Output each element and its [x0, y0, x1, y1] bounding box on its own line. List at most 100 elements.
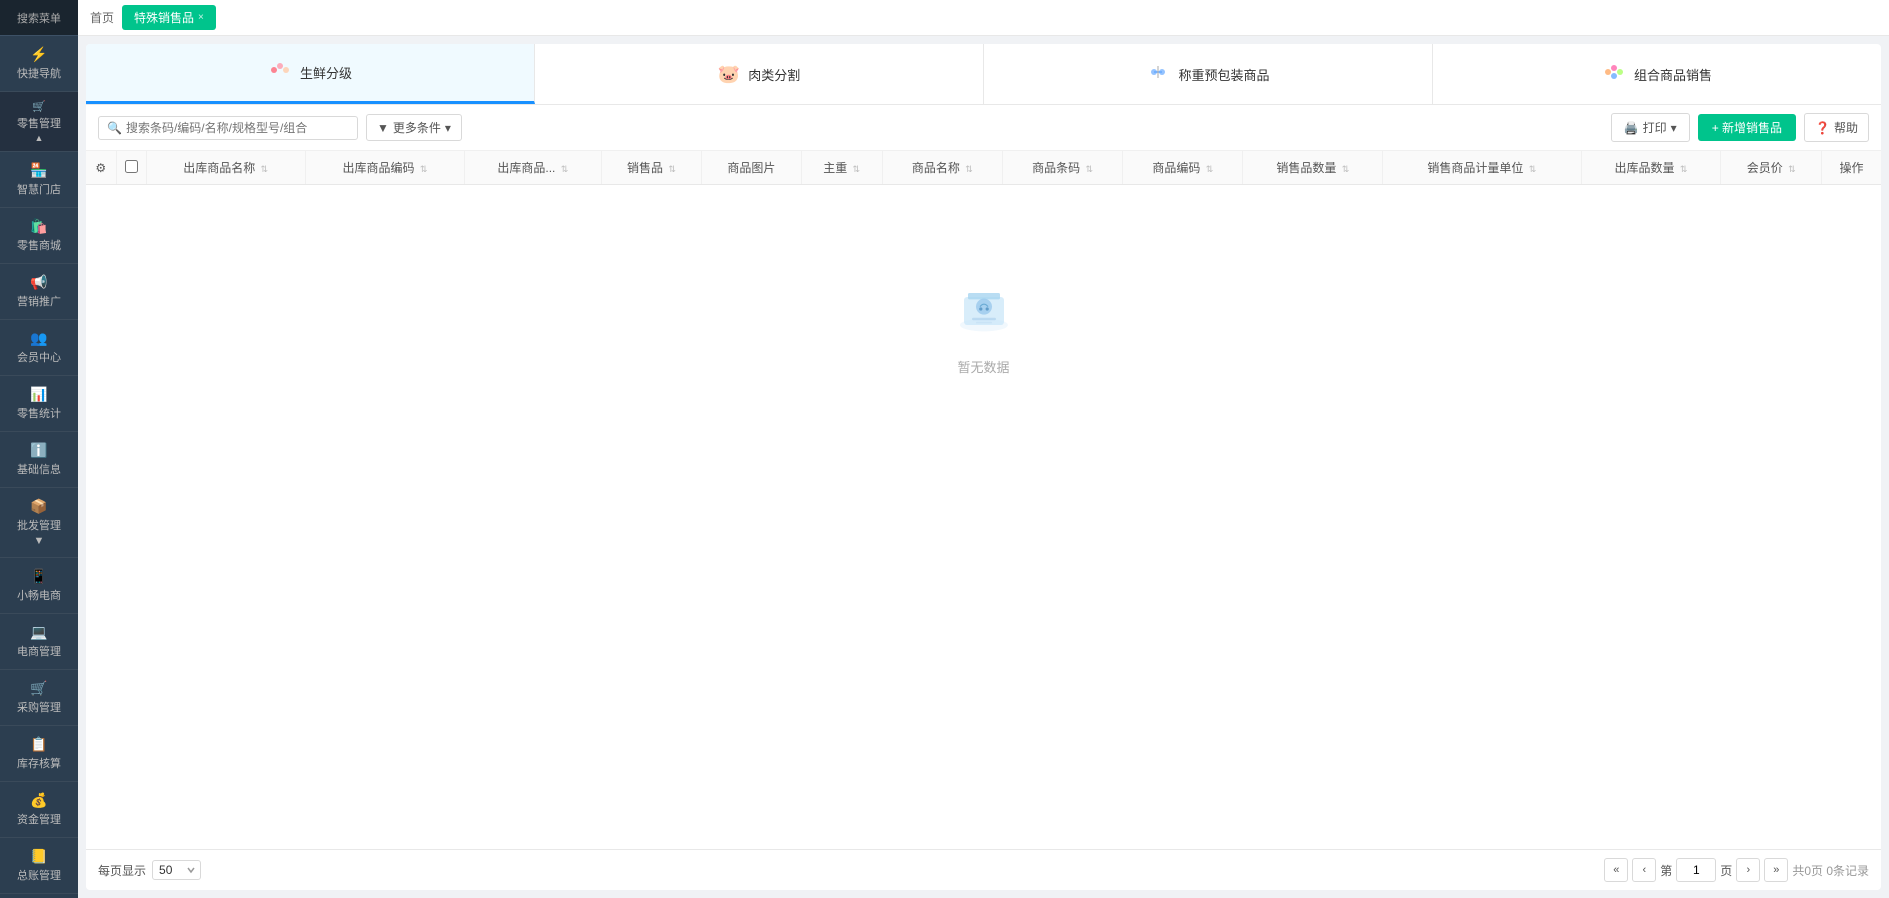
filter-icon: ▼ — [377, 121, 389, 135]
sales-promo-icon: 📢 — [30, 274, 47, 291]
purchase-icon: 🛒 — [30, 680, 47, 697]
sidebar-item-smart-store[interactable]: 🏪 智慧门店 — [0, 152, 78, 208]
sidebar-item-label: 零售统计 — [17, 405, 61, 421]
sidebar-item-retail-mgmt[interactable]: 🛒 零售管理 ▲ — [0, 92, 78, 152]
tab-weigh-pack[interactable]: 称重预包装商品 — [984, 44, 1433, 104]
sidebar-item-member-center[interactable]: 👥 会员中心 — [0, 320, 78, 376]
ecom-mgmt-icon: 💻 — [30, 624, 47, 641]
th-main-weight: 主重 ⇅ — [801, 151, 882, 185]
sidebar-item-finance[interactable]: 💰 资金管理 — [0, 782, 78, 838]
print-label: 打印 — [1643, 119, 1667, 136]
settings-col-icon: ⚙ — [95, 161, 106, 175]
sidebar-item-batch-mgmt[interactable]: 📦 批发管理 ▼ — [0, 488, 78, 558]
pagination-left: 每页显示 10 20 50 100 — [98, 860, 201, 880]
toolbar: 🔍 ▼ 更多条件 ▾ 🖨️ 打印 ▾ + 新增销售品 — [86, 105, 1881, 151]
breadcrumb-home[interactable]: 首页 — [90, 9, 114, 26]
total-info: 共0页 0条记录 — [1792, 862, 1869, 879]
th-sale-item: 销售品 ⇅ — [601, 151, 702, 185]
sidebar-item-mini-ecom[interactable]: 📱 小畅电商 — [0, 558, 78, 614]
sidebar-item-quick-nav[interactable]: ⚡ 快捷导航 — [0, 36, 78, 92]
help-button[interactable]: ❓ 帮助 — [1804, 113, 1869, 142]
sidebar-item-label: 批发管理 — [17, 517, 61, 533]
chevron-down-icon-batch: ▼ — [34, 535, 45, 547]
empty-illustration — [944, 265, 1024, 345]
retail-mgmt-icon: 🛒 — [32, 100, 46, 113]
th-settings[interactable]: ⚙ — [86, 151, 116, 185]
th-operation: 操作 — [1822, 151, 1881, 185]
select-all-checkbox[interactable] — [125, 160, 138, 173]
sidebar-item-basic-info[interactable]: ℹ️ 基础信息 — [0, 432, 78, 488]
empty-text: 暂无数据 — [957, 357, 1009, 376]
empty-state: 暂无数据 — [86, 185, 1881, 456]
th-checkbox[interactable] — [116, 151, 146, 185]
search-box[interactable]: 🔍 — [98, 116, 358, 140]
sidebar-item-inventory[interactable]: 📋 库存核算 — [0, 726, 78, 782]
sort-arrows-sale-unit[interactable]: ⇅ — [1529, 164, 1537, 174]
close-tab-icon[interactable]: × — [198, 12, 204, 23]
sidebar-item-label: 资金管理 — [17, 811, 61, 827]
tab-meat-cut-label: 肉类分割 — [748, 65, 800, 84]
inventory-icon: 📋 — [30, 736, 47, 753]
sort-arrows-sale-qty[interactable]: ⇅ — [1342, 164, 1350, 174]
meat-cut-icon: 🐷 — [718, 64, 740, 85]
th-member-price: 会员价 ⇅ — [1721, 151, 1822, 185]
active-tab-special-sales[interactable]: 特殊销售品 × — [122, 5, 216, 30]
first-page-button[interactable]: « — [1604, 858, 1628, 882]
sidebar-item-ledger[interactable]: 📒 总账管理 — [0, 838, 78, 894]
sort-arrows-product-name[interactable]: ⇅ — [965, 164, 973, 174]
sidebar-item-label: 会员中心 — [17, 349, 61, 365]
page-size-select[interactable]: 10 20 50 100 — [152, 860, 201, 880]
sort-arrows-out-spec[interactable]: ⇅ — [561, 164, 569, 174]
search-input[interactable] — [126, 121, 346, 135]
th-out-name: 出库商品名称 ⇅ — [146, 151, 305, 185]
pagination-right: « ‹ 第 页 › » 共0页 0条记录 — [1604, 858, 1869, 882]
sidebar: 搜索菜单 ⚡ 快捷导航 🛒 零售管理 ▲ 🏪 智慧门店 🛍️ 零售商城 📢 营销… — [0, 0, 78, 898]
category-tabs: 生鲜分级 🐷 肉类分割 称重预包装商品 — [86, 44, 1881, 105]
th-product-img: 商品图片 — [702, 151, 801, 185]
batch-mgmt-icon: 📦 — [30, 498, 47, 515]
sidebar-item-purchase[interactable]: 🛒 采购管理 — [0, 670, 78, 726]
add-sales-item-button[interactable]: + 新增销售品 — [1698, 114, 1796, 141]
tab-fresh-grade-label: 生鲜分级 — [300, 63, 352, 82]
th-sale-unit: 销售商品计量单位 ⇅ — [1383, 151, 1581, 185]
th-product-barcode: 商品条码 ⇅ — [1002, 151, 1122, 185]
tab-fresh-grade[interactable]: 生鲜分级 — [86, 44, 535, 104]
sidebar-item-label: 采购管理 — [17, 699, 61, 715]
filter-button[interactable]: ▼ 更多条件 ▾ — [366, 114, 462, 141]
sort-arrows-member-price[interactable]: ⇅ — [1788, 164, 1796, 174]
th-sale-qty: 销售品数量 ⇅ — [1243, 151, 1383, 185]
sort-arrows-out-code[interactable]: ⇅ — [420, 164, 428, 174]
sidebar-item-sales-promo[interactable]: 📢 营销推广 — [0, 264, 78, 320]
tab-combo-sale[interactable]: 组合商品销售 — [1433, 44, 1881, 104]
fresh-grade-icon — [268, 58, 292, 87]
filter-arrow-icon: ▾ — [445, 121, 451, 135]
page-label: 第 — [1660, 862, 1672, 879]
sidebar-item-label: 小畅电商 — [17, 587, 61, 603]
pagination-bar: 每页显示 10 20 50 100 « ‹ 第 页 › » 共0页 0条记录 — [86, 849, 1881, 890]
search-icon: 🔍 — [107, 121, 122, 135]
sort-arrows-main-weight[interactable]: ⇅ — [853, 164, 861, 174]
last-page-button[interactable]: » — [1764, 858, 1788, 882]
sidebar-item-invoice[interactable]: 🧾 发票管理 — [0, 894, 78, 898]
per-page-label: 每页显示 — [98, 862, 146, 879]
sidebar-item-retail-mall[interactable]: 🛍️ 零售商城 — [0, 208, 78, 264]
print-button[interactable]: 🖨️ 打印 ▾ — [1611, 113, 1690, 142]
table-wrap: ⚙ 出库商品名称 ⇅ 出库商品编码 ⇅ — [86, 151, 1881, 849]
sort-arrows-product-code[interactable]: ⇅ — [1206, 164, 1214, 174]
sidebar-item-label: 零售商城 — [17, 237, 61, 253]
sidebar-item-retail-stat[interactable]: 📊 零售统计 — [0, 376, 78, 432]
tab-meat-cut[interactable]: 🐷 肉类分割 — [535, 44, 984, 104]
sidebar-item-ecom-mgmt[interactable]: 💻 电商管理 — [0, 614, 78, 670]
sidebar-search-menu[interactable]: 搜索菜单 — [0, 0, 78, 36]
sort-arrows-product-barcode[interactable]: ⇅ — [1085, 164, 1093, 174]
sort-arrows-out-name[interactable]: ⇅ — [261, 164, 269, 174]
prev-page-button[interactable]: ‹ — [1632, 858, 1656, 882]
print-arrow-icon: ▾ — [1671, 121, 1677, 135]
page-input[interactable] — [1676, 858, 1716, 882]
sidebar-item-label: 基础信息 — [17, 461, 61, 477]
toolbar-left: 🔍 ▼ 更多条件 ▾ — [98, 114, 462, 141]
next-page-button[interactable]: › — [1736, 858, 1760, 882]
sort-arrows-out-qty[interactable]: ⇅ — [1680, 164, 1688, 174]
retail-mall-icon: 🛍️ — [30, 218, 47, 235]
sort-arrows-sale-item[interactable]: ⇅ — [668, 164, 676, 174]
